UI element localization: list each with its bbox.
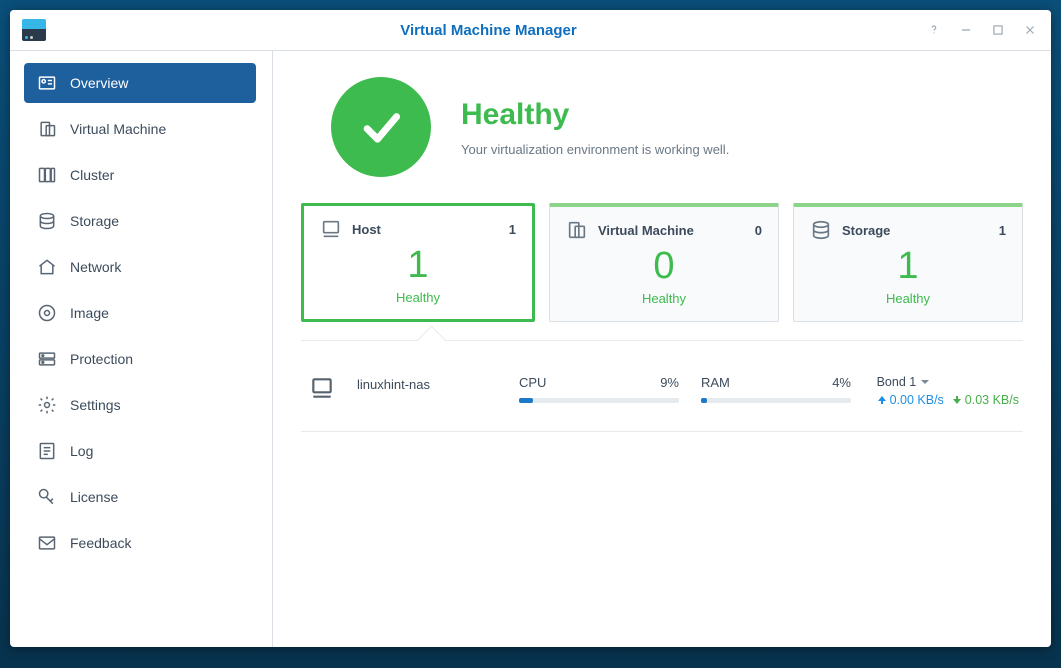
sidebar-item-label: License [70,489,118,505]
license-icon [36,486,58,508]
help-button[interactable] [925,21,943,39]
health-title: Healthy [461,98,729,132]
ram-bar [701,398,851,403]
storage-card-icon [810,219,832,241]
arrow-down-icon [952,395,962,405]
host-icon [320,218,342,240]
body: Overview Virtual Machine Cluster Storage [10,51,1051,647]
storage-icon [36,210,58,232]
summary-cards: Host 1 1 Healthy Virtual Machine 0 0 [301,203,1023,322]
window-controls [925,21,1039,39]
card-host[interactable]: Host 1 1 Healthy [301,203,535,322]
sidebar-item-label: Overview [70,75,128,91]
card-vm-count: 0 [755,223,762,238]
overview-icon [36,72,58,94]
main-panel: Healthy Your virtualization environment … [272,51,1051,647]
card-host-big: 1 [320,246,516,284]
minimize-button[interactable] [957,21,975,39]
download-rate: 0.03 KB/s [952,393,1019,407]
sidebar-item-feedback[interactable]: Feedback [24,523,256,563]
titlebar: Virtual Machine Manager [10,10,1051,51]
sidebar-item-overview[interactable]: Overview [24,63,256,103]
close-button[interactable] [1021,21,1039,39]
upload-rate: 0.00 KB/s [877,393,944,407]
card-storage-big: 1 [810,247,1006,285]
ram-meter: RAM 4% [701,375,851,403]
card-storage-state: Healthy [810,291,1006,306]
interface-selector[interactable]: Bond 1 [877,375,1019,389]
settings-icon [36,394,58,416]
host-detail-row[interactable]: linuxhint-nas CPU 9% RAM 4% [301,369,1023,432]
cluster-icon [36,164,58,186]
chevron-down-icon [920,377,930,387]
card-pointer [301,340,1023,369]
cpu-bar [519,398,679,403]
health-subtitle: Your virtualization environment is worki… [461,142,729,157]
arrow-up-icon [877,395,887,405]
card-host-label: Host [352,222,381,237]
card-storage-count: 1 [999,223,1006,238]
image-icon [36,302,58,324]
app-window: Virtual Machine Manager Overview [10,10,1051,647]
ram-label: RAM [701,375,730,390]
card-vm-state: Healthy [566,291,762,306]
card-storage[interactable]: Storage 1 1 Healthy [793,203,1023,322]
card-host-count: 1 [509,222,516,237]
health-badge [331,77,431,177]
ram-percent: 4% [832,375,851,390]
app-icon [22,19,46,41]
sidebar-item-protection[interactable]: Protection [24,339,256,379]
card-host-state: Healthy [320,290,516,305]
sidebar-item-settings[interactable]: Settings [24,385,256,425]
card-vm-label: Virtual Machine [598,223,694,238]
sidebar: Overview Virtual Machine Cluster Storage [10,51,272,647]
health-text: Healthy Your virtualization environment … [461,98,729,157]
sidebar-item-label: Protection [70,351,133,367]
sidebar-item-network[interactable]: Network [24,247,256,287]
window-title: Virtual Machine Manager [52,22,925,39]
sidebar-item-cluster[interactable]: Cluster [24,155,256,195]
sidebar-item-label: Storage [70,213,119,229]
host-name: linuxhint-nas [357,375,497,392]
vm-icon [36,118,58,140]
sidebar-item-label: Feedback [70,535,131,551]
sidebar-item-virtual-machine[interactable]: Virtual Machine [24,109,256,149]
sidebar-item-label: Log [70,443,93,459]
sidebar-item-log[interactable]: Log [24,431,256,471]
feedback-icon [36,532,58,554]
network-icon [36,256,58,278]
sidebar-item-label: Network [70,259,121,275]
card-vm[interactable]: Virtual Machine 0 0 Healthy [549,203,779,322]
sidebar-item-license[interactable]: License [24,477,256,517]
health-status: Healthy Your virtualization environment … [301,71,1023,203]
protection-icon [36,348,58,370]
sidebar-item-storage[interactable]: Storage [24,201,256,241]
sidebar-item-label: Settings [70,397,121,413]
cpu-meter: CPU 9% [519,375,679,403]
cpu-percent: 9% [660,375,679,390]
sidebar-item-label: Cluster [70,167,114,183]
cpu-label: CPU [519,375,546,390]
card-storage-label: Storage [842,223,890,238]
interface-name: Bond 1 [877,375,917,389]
host-row-icon [309,375,335,401]
check-icon [355,101,407,153]
card-vm-big: 0 [566,247,762,285]
maximize-button[interactable] [989,21,1007,39]
sidebar-item-image[interactable]: Image [24,293,256,333]
sidebar-item-label: Virtual Machine [70,121,166,137]
vm-card-icon [566,219,588,241]
network-stats: Bond 1 0.00 KB/s 0.03 KB/s [877,375,1019,407]
sidebar-item-label: Image [70,305,109,321]
log-icon [36,440,58,462]
